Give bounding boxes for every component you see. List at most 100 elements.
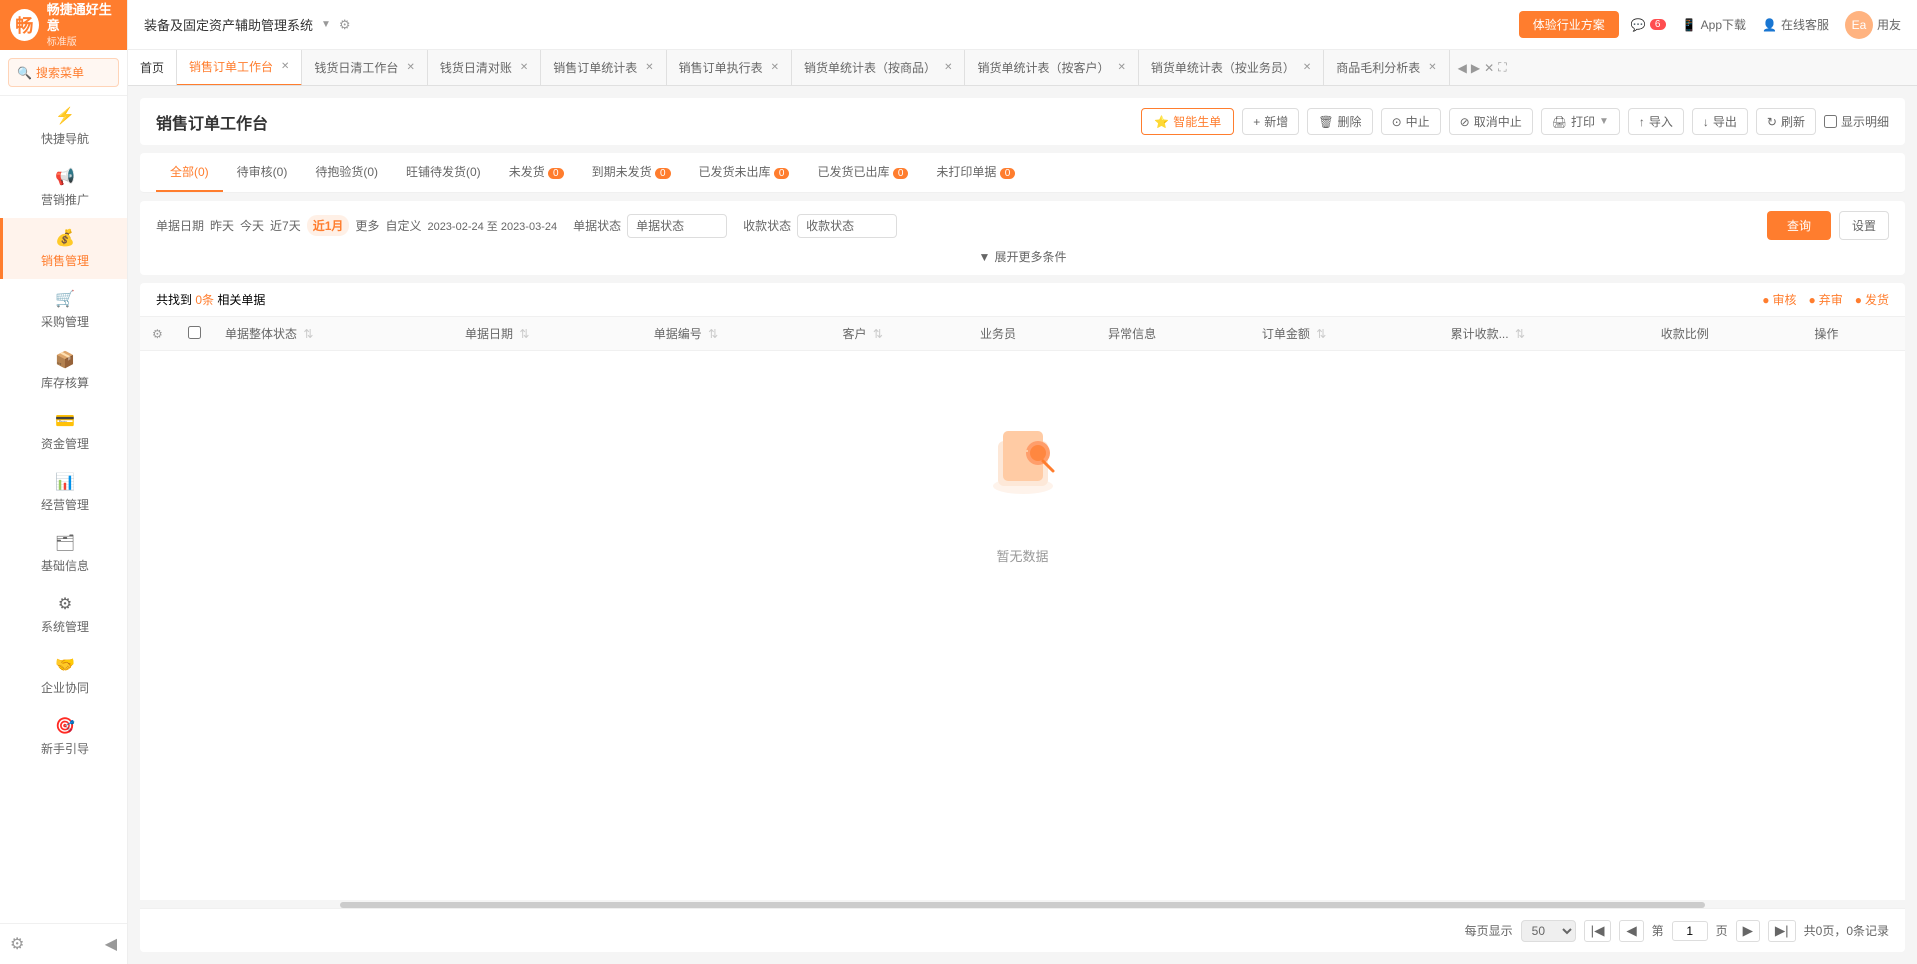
last-page-button[interactable]: ▶| — [1768, 920, 1796, 942]
marketing-icon: 📢 — [55, 167, 75, 187]
date-opt-custom[interactable]: 自定义 — [385, 217, 421, 234]
tab-close-icon[interactable]: ✕ — [1303, 62, 1311, 73]
tab-maximize-icon[interactable]: ⛶ — [1498, 60, 1506, 75]
tab-sales-workbench[interactable]: 销售订单工作台 ✕ — [177, 50, 302, 86]
app-download-button[interactable]: 📱 App下载 — [1682, 16, 1746, 33]
print-button[interactable]: 🖨 打印 ▼ — [1541, 108, 1620, 135]
message-button[interactable]: 💬 6 — [1631, 18, 1666, 32]
filter-setting-button[interactable]: 设置 — [1839, 211, 1889, 240]
show-detail-checkbox-area[interactable]: 显示明细 — [1824, 113, 1889, 130]
tab-close-icon[interactable]: ✕ — [281, 61, 289, 72]
sidebar-item-inventory[interactable]: 📦 库存核算 — [0, 340, 127, 401]
user-menu-button[interactable]: Ea 用友 — [1845, 11, 1901, 39]
tab-close-icon[interactable]: ✕ — [771, 62, 779, 73]
sort-icon[interactable]: ⇅ — [1316, 327, 1326, 341]
sidebar-item-system[interactable]: ⚙ 系统管理 — [0, 584, 127, 645]
sub-tab-overdue-unshipped[interactable]: 到期未发货 0 — [578, 153, 685, 192]
tab-sales-exec[interactable]: 销售订单执行表 ✕ — [667, 50, 792, 86]
sub-tab-wangpu-ship[interactable]: 旺铺待发货(0) — [392, 153, 495, 192]
tab-sales-summary-product[interactable]: 销货单统计表（按商品） ✕ — [792, 50, 965, 86]
import-button[interactable]: ↑ 导入 — [1628, 108, 1684, 135]
horizontal-scrollbar[interactable] — [140, 900, 1905, 908]
header-settings-icon[interactable]: ⚙ — [339, 17, 351, 33]
header-actions: 💬 6 📱 App下载 👤 在线客服 Ea 用友 — [1631, 11, 1901, 39]
sidebar-nav: ⚡ 快捷导航 📢 营销推广 💰 销售管理 🛒 采购管理 📦 库存核算 💳 资金管… — [0, 96, 127, 923]
sub-tab-shipped-not-out[interactable]: 已发货未出库 0 — [685, 153, 804, 192]
sort-icon[interactable]: ⇅ — [1515, 327, 1525, 341]
date-opt-1month[interactable]: 近1月 — [307, 215, 350, 236]
table-area: 共找到 0条 相关单据 ● 审核 ● 弃审 ● 发货 — [140, 283, 1905, 952]
refresh-button[interactable]: ↻ 刷新 — [1756, 108, 1816, 135]
sub-tab-unshipped[interactable]: 未发货 0 — [495, 153, 578, 192]
sort-icon[interactable]: ⇅ — [303, 327, 313, 341]
date-opt-more[interactable]: 更多 — [355, 217, 379, 234]
sort-icon[interactable]: ⇅ — [708, 327, 718, 341]
sidebar-item-finance[interactable]: 💳 资金管理 — [0, 401, 127, 462]
review-action-button[interactable]: ● 审核 — [1762, 291, 1796, 308]
tab-home[interactable]: 首页 — [128, 50, 177, 86]
sidebar-item-quick-nav[interactable]: ⚡ 快捷导航 — [0, 96, 127, 157]
search-menu-button[interactable]: 🔍 搜索菜单 — [8, 58, 119, 87]
tab-close-icon[interactable]: ✕ — [1117, 62, 1125, 73]
select-all-checkbox[interactable] — [188, 326, 201, 339]
anti-review-action-button[interactable]: ● 弃审 — [1808, 291, 1842, 308]
sidebar-collapse-button[interactable]: ◀ — [105, 934, 117, 954]
first-page-button[interactable]: |◀ — [1584, 920, 1612, 942]
sidebar-item-purchase[interactable]: 🛒 采购管理 — [0, 279, 127, 340]
tab-close-icon[interactable]: ✕ — [645, 62, 653, 73]
th-settings[interactable]: ⚙ — [140, 317, 176, 351]
sort-icon[interactable]: ⇅ — [873, 327, 883, 341]
sub-tab-label: 旺铺待发货(0) — [406, 165, 481, 179]
query-button[interactable]: 查询 — [1767, 211, 1831, 240]
tab-product-margin[interactable]: 商品毛利分析表 ✕ — [1324, 50, 1449, 86]
tab-next-icon[interactable]: ▶ — [1471, 61, 1480, 75]
status-select[interactable]: 单据状态 — [627, 214, 727, 238]
header-dropdown-icon[interactable]: ▼ — [321, 19, 331, 30]
smart-create-button[interactable]: ⭐ 智能生单 — [1141, 108, 1234, 135]
prev-page-button[interactable]: ◀ — [1619, 920, 1643, 942]
sub-tab-all[interactable]: 全部(0) — [156, 153, 223, 192]
tab-close-icon[interactable]: ✕ — [1428, 62, 1436, 73]
sidebar-item-marketing[interactable]: 📢 营销推广 — [0, 157, 127, 218]
sidebar-settings-button[interactable]: ⚙ — [10, 934, 24, 954]
sidebar-item-newbie[interactable]: 🎯 新手引导 — [0, 706, 127, 767]
online-service-button[interactable]: 👤 在线客服 — [1762, 16, 1829, 33]
sidebar-item-enterprise[interactable]: 🤝 企业协同 — [0, 645, 127, 706]
tab-cash-reconcile[interactable]: 钱货日清对账 ✕ — [428, 50, 541, 86]
sidebar-item-basic[interactable]: 🗂 基础信息 — [0, 523, 127, 584]
cancel-stop-button[interactable]: ⊘ 取消中止 — [1449, 108, 1533, 135]
sub-tab-pending-review[interactable]: 待审核(0) — [223, 153, 302, 192]
tab-sales-summary-staff[interactable]: 销货单统计表（按业务员） ✕ — [1139, 50, 1324, 86]
next-page-button[interactable]: ▶ — [1736, 920, 1760, 942]
page-size-select[interactable]: 50 100 200 — [1521, 920, 1576, 942]
date-opt-yesterday[interactable]: 昨天 — [210, 217, 234, 234]
ship-action-button[interactable]: ● 发货 — [1855, 291, 1889, 308]
sidebar-item-sales[interactable]: 💰 销售管理 — [0, 218, 127, 279]
expand-filter-button[interactable]: ▼ 展开更多条件 — [979, 248, 1067, 265]
sidebar-item-operation[interactable]: 📊 经营管理 — [0, 462, 127, 523]
pagination: 每页显示 50 100 200 |◀ ◀ 第 页 ▶ ▶| 共0页，0条记录 — [140, 908, 1905, 952]
show-detail-checkbox[interactable] — [1824, 115, 1837, 128]
sub-tab-unprinted[interactable]: 未打印单据 0 — [922, 153, 1029, 192]
tab-sales-summary-customer[interactable]: 销货单统计表（按客户） ✕ — [965, 50, 1138, 86]
tab-close-icon[interactable]: ✕ — [944, 62, 952, 73]
tab-close-all-icon[interactable]: ✕ — [1484, 61, 1494, 75]
sub-tab-shipped-out[interactable]: 已发货已出库 0 — [803, 153, 922, 192]
tab-close-icon[interactable]: ✕ — [520, 62, 528, 73]
sort-icon[interactable]: ⇅ — [519, 327, 529, 341]
tab-cash-daily[interactable]: 钱货日清工作台 ✕ — [302, 50, 427, 86]
add-button[interactable]: + 新增 — [1242, 108, 1299, 135]
date-opt-7days[interactable]: 近7天 — [270, 217, 301, 234]
tab-close-icon[interactable]: ✕ — [406, 62, 414, 73]
tab-sales-stats[interactable]: 销售订单统计表 ✕ — [541, 50, 666, 86]
sub-tab-pending-inspect[interactable]: 待抱验货(0) — [301, 153, 392, 192]
date-opt-today[interactable]: 今天 — [240, 217, 264, 234]
tab-prev-icon[interactable]: ◀ — [1458, 61, 1467, 75]
delete-button[interactable]: 🗑 删除 — [1307, 108, 1372, 135]
payment-select[interactable]: 收款状态 — [797, 214, 897, 238]
unshipped-badge: 0 — [548, 168, 564, 179]
page-number-input[interactable] — [1672, 921, 1708, 941]
stop-button[interactable]: ⊙ 中止 — [1381, 108, 1441, 135]
export-button[interactable]: ↓ 导出 — [1692, 108, 1748, 135]
industry-solution-button[interactable]: 体验行业方案 — [1519, 11, 1619, 38]
